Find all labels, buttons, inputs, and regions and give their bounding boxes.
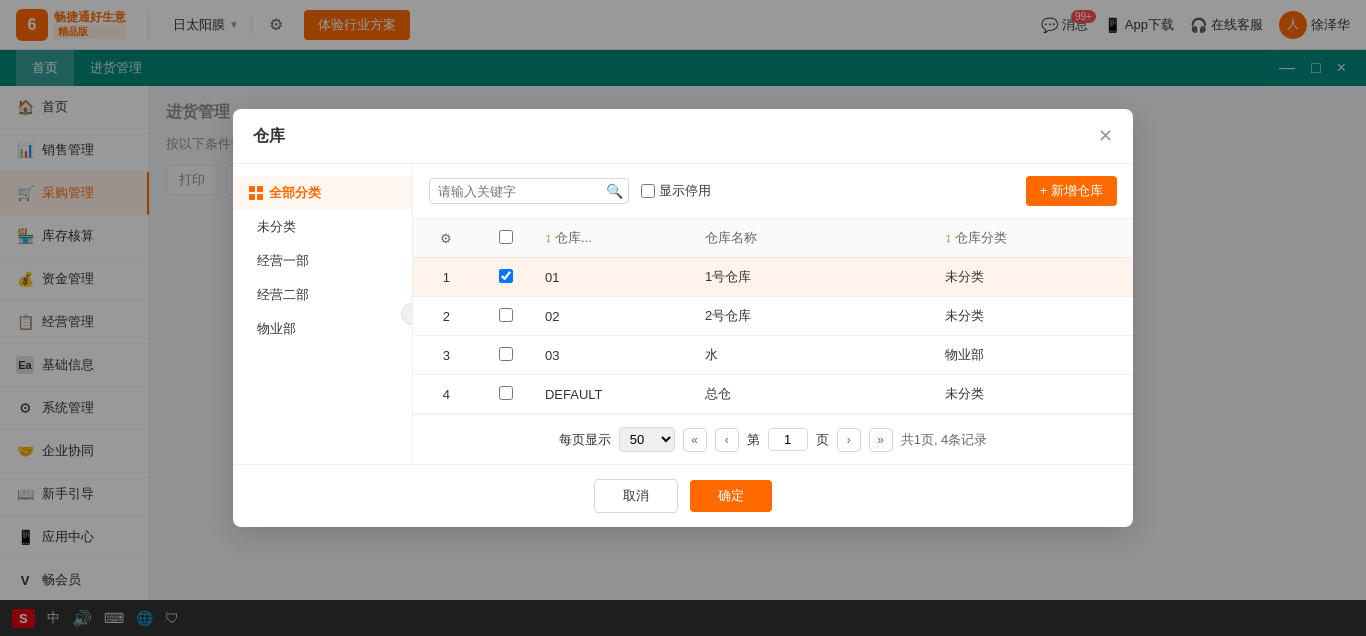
th-settings: ⚙ xyxy=(413,219,480,258)
modal-header: 仓库 ✕ xyxy=(233,109,1133,164)
th-category: ↕ 仓库分类 xyxy=(933,219,1133,258)
category-panel: 全部分类 未分类 经营一部 经营二部 物业部 《 xyxy=(233,164,413,464)
cat-item-unclassified[interactable]: 未分类 xyxy=(233,210,412,244)
th-code: ↕ 仓库... xyxy=(533,219,693,258)
cancel-btn[interactable]: 取消 xyxy=(594,479,678,513)
table-row[interactable]: 2 02 2号仓库 未分类 xyxy=(413,297,1133,336)
row-category: 未分类 xyxy=(933,258,1133,297)
modal-footer: 取消 确定 xyxy=(233,464,1133,527)
row-num: 3 xyxy=(413,336,480,375)
per-page-select[interactable]: 50 10 20 100 xyxy=(619,427,675,452)
row-category: 未分类 xyxy=(933,297,1133,336)
row-checkbox[interactable] xyxy=(499,386,513,400)
content-toolbar: 🔍 显示停用 + 新增仓库 xyxy=(413,164,1133,219)
row-checkbox[interactable] xyxy=(499,308,513,322)
modal-title: 仓库 xyxy=(253,126,285,147)
show-disabled-checkbox[interactable] xyxy=(641,184,655,198)
warehouse-table-wrapper: ⚙ ↕ 仓库... 仓库名称 xyxy=(413,219,1133,414)
row-checkbox-cell xyxy=(480,297,533,336)
prev-page-btn[interactable]: ‹ xyxy=(715,428,739,452)
table-row[interactable]: 3 03 水 物业部 xyxy=(413,336,1133,375)
next-page-btn[interactable]: › xyxy=(837,428,861,452)
sort-code-icon: ↕ xyxy=(545,230,552,245)
page-word: 第 xyxy=(747,431,760,449)
row-checkbox[interactable] xyxy=(499,269,513,283)
modal-close-btn[interactable]: ✕ xyxy=(1098,125,1113,147)
new-warehouse-btn[interactable]: + 新增仓库 xyxy=(1026,176,1117,206)
modal-body: 全部分类 未分类 经营一部 经营二部 物业部 《 🔍 xyxy=(233,164,1133,464)
search-box: 🔍 xyxy=(429,178,629,204)
settings-th-icon: ⚙ xyxy=(440,231,452,246)
row-category: 未分类 xyxy=(933,375,1133,414)
warehouse-modal: 仓库 ✕ 全部分类 未分类 经营一部 经营二部 物业部 《 xyxy=(233,109,1133,527)
cat-item-ops1[interactable]: 经营一部 xyxy=(233,244,412,278)
row-category: 物业部 xyxy=(933,336,1133,375)
show-disabled-label[interactable]: 显示停用 xyxy=(641,182,711,200)
row-num: 1 xyxy=(413,258,480,297)
row-num: 4 xyxy=(413,375,480,414)
row-checkbox-cell xyxy=(480,258,533,297)
row-checkbox-cell xyxy=(480,375,533,414)
row-checkbox-cell xyxy=(480,336,533,375)
cat-item-property[interactable]: 物业部 xyxy=(233,312,412,346)
row-code: DEFAULT xyxy=(533,375,693,414)
last-page-btn[interactable]: » xyxy=(869,428,893,452)
row-code: 03 xyxy=(533,336,693,375)
row-name: 2号仓库 xyxy=(693,297,933,336)
table-row[interactable]: 1 01 1号仓库 未分类 xyxy=(413,258,1133,297)
warehouse-table: ⚙ ↕ 仓库... 仓库名称 xyxy=(413,219,1133,414)
search-icon[interactable]: 🔍 xyxy=(606,183,623,199)
pagination: 每页显示 50 10 20 100 « ‹ 第 页 › » 共1页, 4条记录 xyxy=(413,414,1133,464)
th-checkbox xyxy=(480,219,533,258)
search-input[interactable] xyxy=(438,184,606,199)
total-info: 共1页, 4条记录 xyxy=(901,431,988,449)
table-row[interactable]: 4 DEFAULT 总仓 未分类 xyxy=(413,375,1133,414)
row-name: 总仓 xyxy=(693,375,933,414)
first-page-btn[interactable]: « xyxy=(683,428,707,452)
th-name: 仓库名称 xyxy=(693,219,933,258)
confirm-btn[interactable]: 确定 xyxy=(690,480,772,512)
all-categories-item[interactable]: 全部分类 xyxy=(233,176,412,210)
table-header-row: ⚙ ↕ 仓库... 仓库名称 xyxy=(413,219,1133,258)
row-code: 01 xyxy=(533,258,693,297)
row-name: 水 xyxy=(693,336,933,375)
select-all-checkbox[interactable] xyxy=(499,230,513,244)
content-panel: 🔍 显示停用 + 新增仓库 ⚙ xyxy=(413,164,1133,464)
grid-icon xyxy=(249,186,263,200)
sort-cat-icon: ↕ xyxy=(945,230,952,245)
row-name: 1号仓库 xyxy=(693,258,933,297)
row-code: 02 xyxy=(533,297,693,336)
row-checkbox[interactable] xyxy=(499,347,513,361)
cat-item-ops2[interactable]: 经营二部 xyxy=(233,278,412,312)
row-num: 2 xyxy=(413,297,480,336)
modal-overlay: 仓库 ✕ 全部分类 未分类 经营一部 经营二部 物业部 《 xyxy=(0,0,1366,636)
page-number-input[interactable] xyxy=(768,428,808,451)
